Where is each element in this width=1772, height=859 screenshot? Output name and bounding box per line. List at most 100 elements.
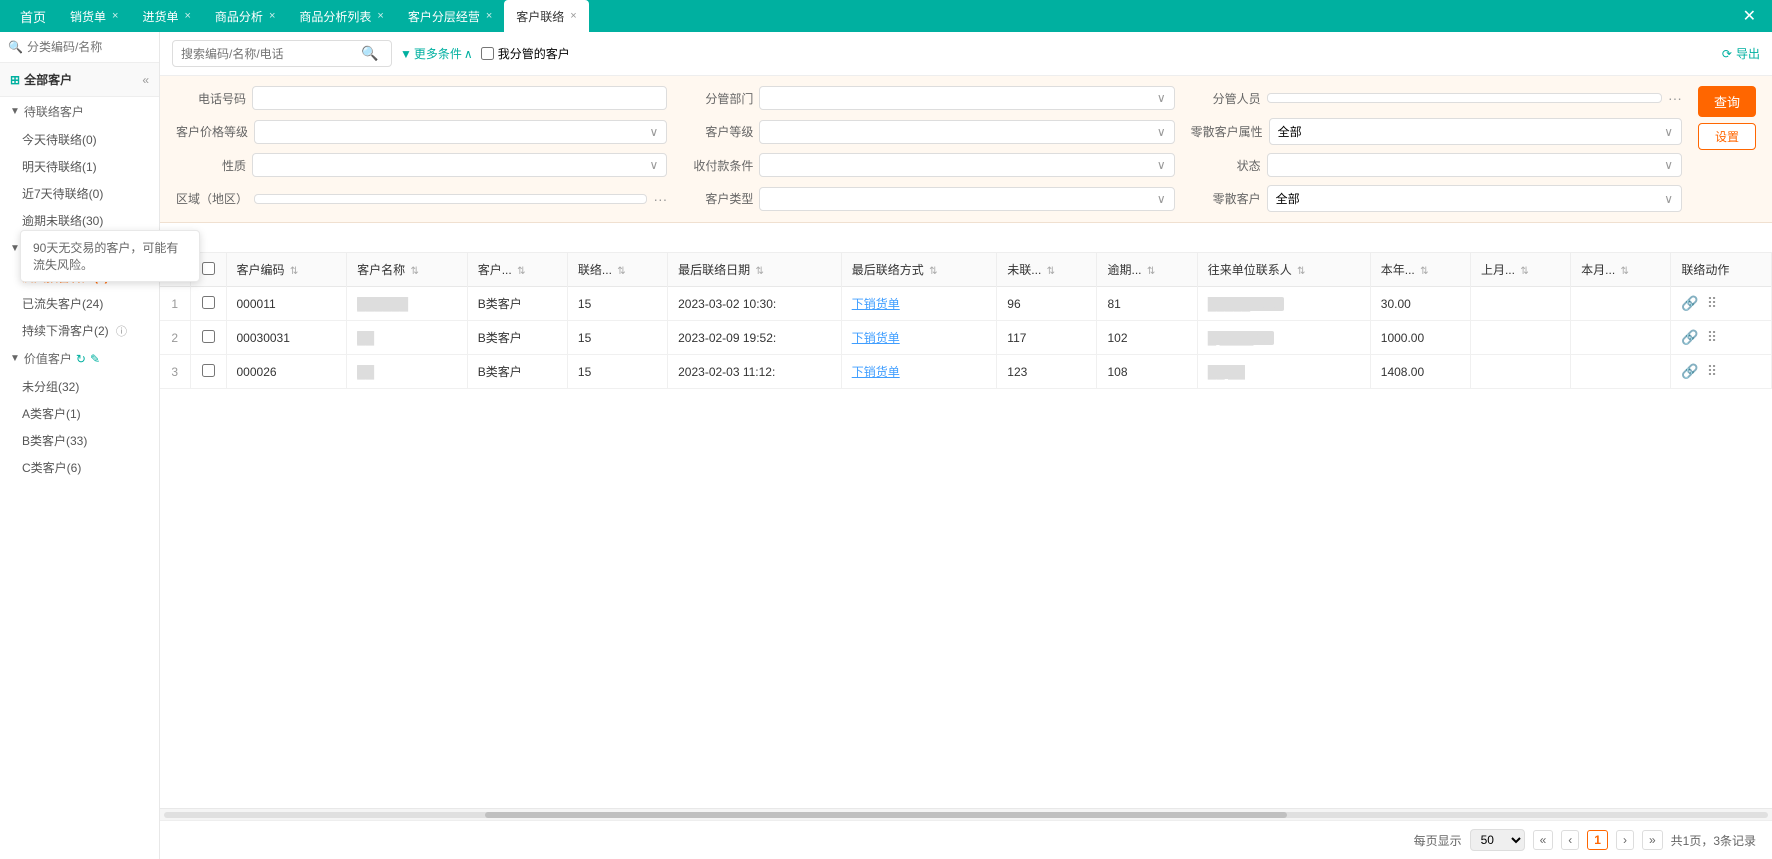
- sidebar-item-a-class[interactable]: A类客户(1): [0, 400, 159, 427]
- first-page-button[interactable]: «: [1533, 830, 1554, 850]
- tab-analysis-list-close[interactable]: ×: [377, 10, 383, 22]
- window-close-icon[interactable]: ✕: [1735, 6, 1764, 26]
- filter-phone-label: 电话号码: [176, 90, 246, 107]
- search-button-icon[interactable]: 🔍: [361, 45, 378, 62]
- my-customers-checkbox[interactable]: [481, 47, 494, 60]
- filter-price-tier-select[interactable]: ∨: [254, 120, 667, 144]
- action-menu-icon[interactable]: ⠿: [1707, 329, 1717, 346]
- my-customers-checkbox-label[interactable]: 我分管的客户: [481, 45, 570, 62]
- edit-icon[interactable]: ✎: [90, 352, 100, 366]
- tab-analysis-list[interactable]: 商品分析列表 ×: [287, 0, 395, 32]
- table-toolbar: ⚙: [160, 223, 1772, 253]
- prev-page-button[interactable]: ‹: [1561, 830, 1579, 850]
- cell-checkbox[interactable]: [190, 355, 226, 389]
- sidebar-section-pending[interactable]: ▼ 待联络客户: [0, 97, 159, 126]
- col-last-date[interactable]: 最后联络日期 ⇅: [668, 253, 842, 287]
- tab-analysis-close[interactable]: ×: [269, 10, 275, 22]
- col-code[interactable]: 客户编码 ⇅: [226, 253, 347, 287]
- last-way-link[interactable]: 下销货单: [852, 331, 900, 345]
- col-contact-person[interactable]: 往来单位联系人 ⇅: [1197, 253, 1370, 287]
- filter-row-2: 客户价格等级 ∨ 客户等级 ∨: [176, 118, 1682, 145]
- filter-customer-tier-select[interactable]: ∨: [759, 120, 1174, 144]
- col-this-year[interactable]: 本年... ⇅: [1370, 253, 1470, 287]
- sidebar-item-today[interactable]: 今天待联络(0): [0, 126, 159, 153]
- row-checkbox[interactable]: [202, 296, 215, 309]
- filter-nature-select[interactable]: ∨: [252, 153, 667, 177]
- sidebar-item-declining[interactable]: 持续下滑客户(2) ⓘ: [0, 317, 159, 344]
- sidebar-item-b-class[interactable]: B类客户(33): [0, 427, 159, 454]
- filter-icon: ▼: [400, 47, 412, 61]
- table-row: 1 000011 ██████ B类客户 15 2023-03-02 10:30…: [160, 287, 1772, 321]
- sidebar-section-value[interactable]: ▼ 价值客户 ↻ ✎: [0, 344, 159, 373]
- next-page-button[interactable]: ›: [1616, 830, 1634, 850]
- cell-contact: 15: [567, 355, 667, 389]
- horizontal-scrollbar[interactable]: [160, 808, 1772, 820]
- filter-manager-dots[interactable]: ···: [1668, 90, 1682, 106]
- col-name[interactable]: 客户名称 ⇅: [347, 253, 468, 287]
- action-chat-icon[interactable]: 🔗: [1681, 363, 1698, 380]
- cell-checkbox[interactable]: [190, 287, 226, 321]
- sort-icon-year: ⇅: [1420, 266, 1428, 277]
- scrollbar-thumb[interactable]: [485, 812, 1287, 818]
- col-last-way[interactable]: 最后联络方式 ⇅: [841, 253, 997, 287]
- action-chat-icon[interactable]: 🔗: [1681, 295, 1698, 312]
- col-contact[interactable]: 联络... ⇅: [567, 253, 667, 287]
- per-page-select[interactable]: 50 100 200: [1470, 829, 1525, 851]
- last-way-link[interactable]: 下销货单: [852, 297, 900, 311]
- filter-region-select[interactable]: [254, 194, 647, 204]
- col-uncontact[interactable]: 未联... ⇅: [997, 253, 1097, 287]
- sidebar-item-tomorrow[interactable]: 明天待联络(1): [0, 153, 159, 180]
- filter-dept-select[interactable]: ∨: [759, 86, 1174, 110]
- more-filter-button[interactable]: ▼ 更多条件 ∧: [400, 45, 473, 62]
- sidebar-collapse-icon[interactable]: «: [142, 73, 149, 87]
- col-overdue[interactable]: 逾期... ⇅: [1097, 253, 1197, 287]
- export-button[interactable]: ⟳ 导出: [1722, 45, 1760, 62]
- col-this-month[interactable]: 本月... ⇅: [1571, 253, 1671, 287]
- last-way-link[interactable]: 下销货单: [852, 365, 900, 379]
- select-arrow-icon-2: ∨: [650, 125, 659, 139]
- action-menu-icon[interactable]: ⠿: [1707, 363, 1717, 380]
- filter-manager-select[interactable]: [1267, 93, 1662, 103]
- filter-status-select[interactable]: ∨: [1267, 153, 1682, 177]
- col-type[interactable]: 客户... ⇅: [467, 253, 567, 287]
- action-menu-icon[interactable]: ⠿: [1707, 295, 1717, 312]
- filter-payment-select[interactable]: ∨: [759, 153, 1174, 177]
- sidebar-item-lost[interactable]: 已流失客户(24): [0, 290, 159, 317]
- cell-last-way[interactable]: 下销货单: [841, 355, 997, 389]
- refresh-icon[interactable]: ↻: [76, 352, 86, 366]
- sidebar-value-label: 价值客户: [24, 350, 72, 367]
- filter-retail-attr-select[interactable]: 全部 ∨: [1269, 118, 1682, 145]
- filter-retail-attr: 零散客户属性 全部 ∨: [1191, 118, 1682, 145]
- tab-customer-tier[interactable]: 客户分层经营 ×: [396, 0, 504, 32]
- filter-retail-select[interactable]: 全部 ∨: [1267, 185, 1682, 212]
- filter-region-dots[interactable]: ···: [653, 191, 667, 207]
- filter-customer-type-select[interactable]: ∨: [759, 187, 1174, 211]
- sidebar-item-c-class[interactable]: C类客户(6): [0, 454, 159, 481]
- row-checkbox[interactable]: [202, 330, 215, 343]
- sidebar-item-7days[interactable]: 近7天待联络(0): [0, 180, 159, 207]
- settings-button[interactable]: 设置: [1698, 123, 1756, 150]
- tab-customer-contact-close[interactable]: ×: [570, 10, 576, 22]
- tab-customer-contact[interactable]: 客户联络 ×: [504, 0, 588, 32]
- tab-customer-tier-close[interactable]: ×: [486, 10, 492, 22]
- filter-phone-input[interactable]: [252, 86, 667, 110]
- sidebar-item-unclassified[interactable]: 未分组(32): [0, 373, 159, 400]
- tab-sales[interactable]: 销货单 ×: [58, 0, 130, 32]
- cell-last-way[interactable]: 下销货单: [841, 321, 997, 355]
- cell-last-way[interactable]: 下销货单: [841, 287, 997, 321]
- col-last-month[interactable]: 上月... ⇅: [1470, 253, 1570, 287]
- search-input[interactable]: [181, 47, 361, 61]
- tab-analysis[interactable]: 商品分析 ×: [203, 0, 287, 32]
- sidebar-search-input[interactable]: [27, 40, 160, 54]
- tab-sales-close[interactable]: ×: [112, 10, 118, 22]
- row-checkbox[interactable]: [202, 364, 215, 377]
- tab-home[interactable]: 首页: [8, 7, 58, 26]
- tab-purchase-close[interactable]: ×: [184, 10, 190, 22]
- tab-purchase[interactable]: 进货单 ×: [130, 0, 202, 32]
- query-button[interactable]: 查询: [1698, 86, 1756, 117]
- last-page-button[interactable]: »: [1642, 830, 1663, 850]
- select-all-checkbox[interactable]: [202, 262, 215, 275]
- action-chat-icon[interactable]: 🔗: [1681, 329, 1698, 346]
- cell-checkbox[interactable]: [190, 321, 226, 355]
- sidebar-all-customers[interactable]: ⊞ 全部客户 «: [0, 63, 159, 97]
